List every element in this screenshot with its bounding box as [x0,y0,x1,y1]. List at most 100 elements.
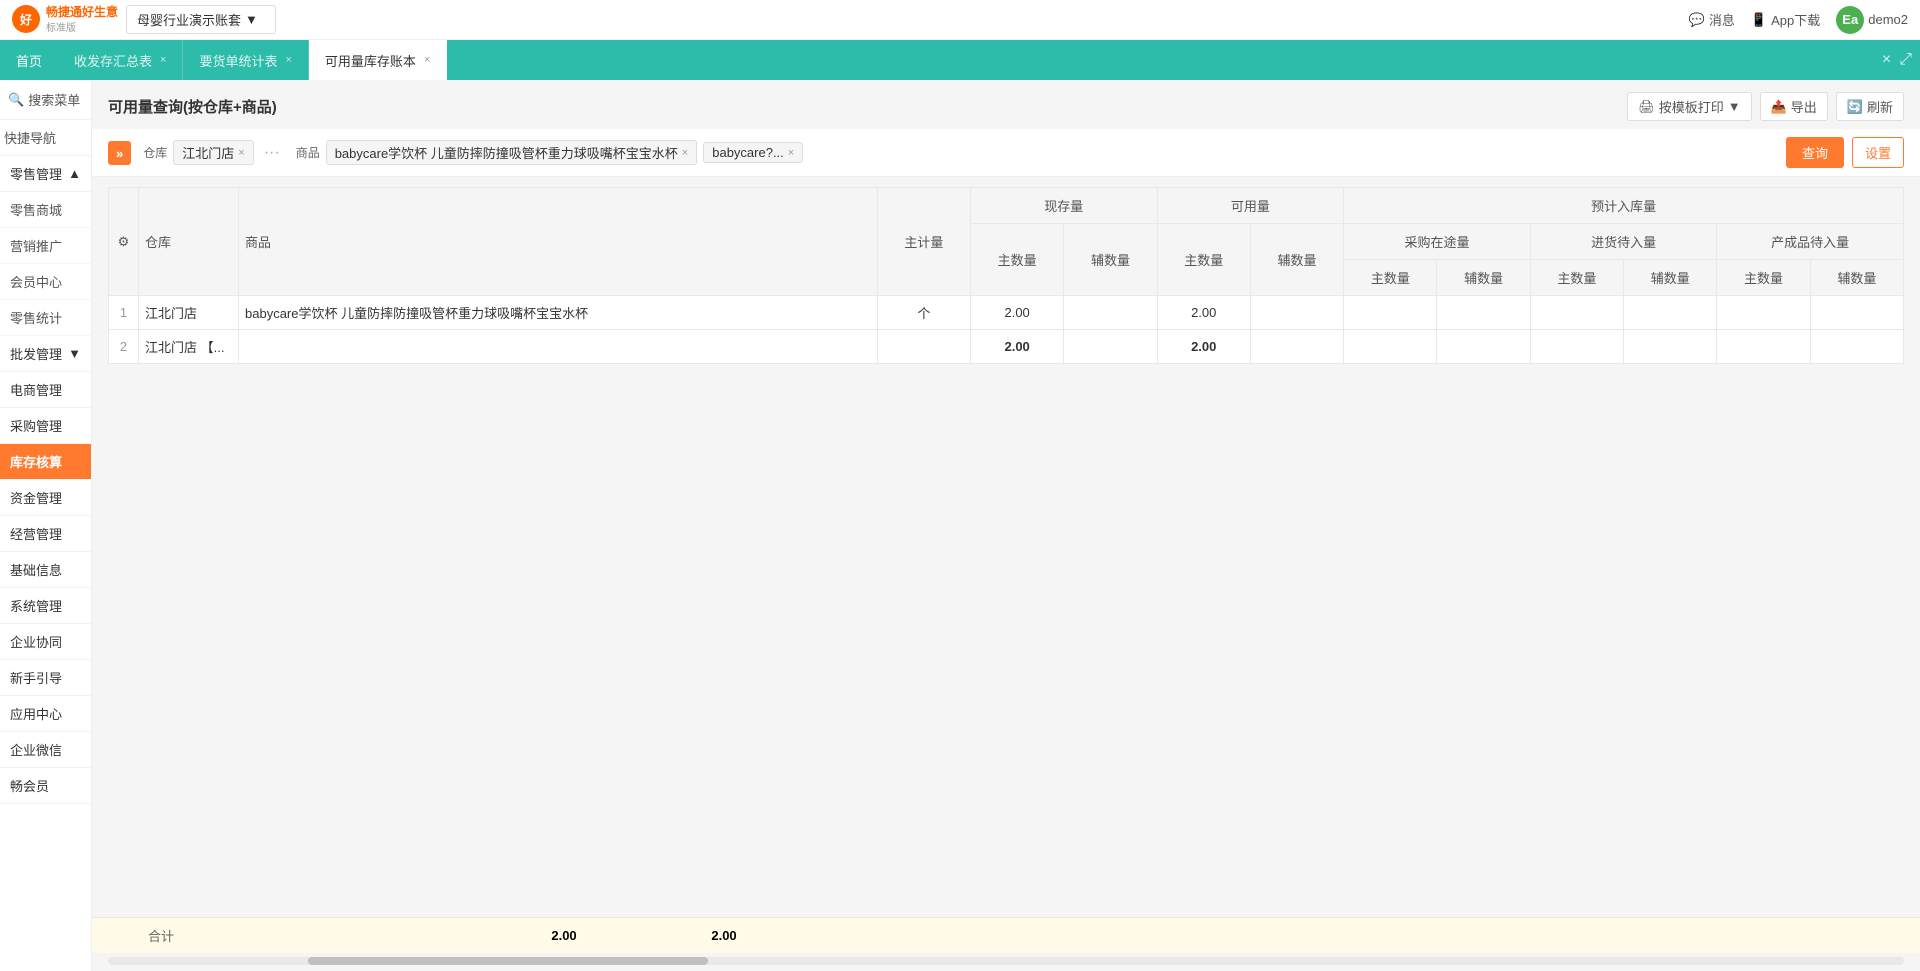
product-filter-tag-2[interactable]: babycare?... × [703,142,803,163]
chevron-up-icon: ▲ [68,166,81,181]
th-product: 商品 [239,188,878,296]
export-btn[interactable]: 📤 导出 [1760,92,1828,121]
sidebar-group-wholesale[interactable]: 批发管理 ▼ [0,336,91,372]
top-bar-right: 💬 消息 📱 App下载 Ea demo2 [1689,6,1908,34]
sidebar-group-purchase[interactable]: 采购管理 [0,408,91,444]
top-bar: 好 畅捷通好生意 标准版 母婴行业演示账套 ▼ 💬 消息 📱 App下载 Ea … [0,0,1920,40]
sidebar-search[interactable]: 🔍 搜索菜单 [0,80,91,120]
row-1-stock-main: 2.00 [971,296,1064,330]
sidebar-item-retail-stats[interactable]: 零售统计 [0,300,91,336]
filter-toggle-icon: » [116,146,123,161]
row-2-unit [877,330,970,364]
tab-available-stock-close[interactable]: × [424,54,430,66]
sidebar-group-wholesale-label: 批发管理 [10,344,62,363]
tab-order-stats-close[interactable]: × [285,54,291,66]
tab-available-stock-label: 可用量库存账本 [325,51,416,70]
sidebar-group-retail[interactable]: 零售管理 ▲ [0,156,91,192]
row-2-num: 2 [109,330,139,364]
summary-row: 合计 2.00 2.00 [92,917,1920,953]
scroll-thumb[interactable] [308,957,708,965]
page-title: 可用量查询(按仓库+商品) [108,96,277,117]
tab-receive-summary-label: 收发存汇总表 [74,51,152,70]
sidebar-item-member-center[interactable]: 会员中心 [0,264,91,300]
sidebar-group-wechat[interactable]: 企业微信 [0,732,91,768]
row-1-prod-sub [1810,296,1903,330]
setting-btn[interactable]: 设置 [1852,137,1904,168]
user-profile[interactable]: Ea demo2 [1836,6,1908,34]
sidebar-group-vip-label: 畅会员 [10,776,49,795]
export-label: 导出 [1791,97,1817,116]
gear-icon[interactable]: ⚙ [118,234,130,249]
sidebar-item-retail-mall[interactable]: 零售商城 [0,192,91,228]
summary-stock-main: 2.00 [524,928,604,943]
row-1-unit: 个 [877,296,970,330]
message-label: 消息 [1709,10,1735,29]
close-window-icon[interactable]: × [1882,51,1891,69]
sidebar-quick-nav[interactable]: 快捷导航 [0,120,91,156]
nav-spacer [447,40,1873,80]
summary-label: 合计 [108,926,174,945]
search-icon: 🔍 [8,92,24,108]
refresh-btn[interactable]: 🔄 刷新 [1836,92,1904,121]
sidebar-group-new-guide[interactable]: 新手引导 [0,660,91,696]
th-current-stock: 现存量 [971,188,1158,224]
app-download-btn[interactable]: 📱 App下载 [1751,10,1820,29]
data-table: ⚙ 仓库 商品 主计量 现存量 [108,187,1904,364]
sidebar-group-vip[interactable]: 畅会员 [0,768,91,804]
th-production-incoming: 产成品待入量 [1717,224,1904,260]
tab-order-stats[interactable]: 要货单统计表 × [183,40,308,80]
sidebar-group-system[interactable]: 系统管理 [0,588,91,624]
tab-available-stock[interactable]: 可用量库存账本 × [309,40,447,80]
th-settings: ⚙ [109,188,139,296]
product-filter-remove-1[interactable]: × [682,147,688,159]
row-2-incoming-main [1530,330,1623,364]
message-btn[interactable]: 💬 消息 [1689,10,1735,29]
main-layout: 🔍 搜索菜单 快捷导航 零售管理 ▲ 零售商城 营销推广 会员中心 零售统计 批… [0,80,1920,971]
sidebar-item-marketing[interactable]: 营销推广 [0,228,91,264]
filter-toggle-btn[interactable]: » [108,141,131,165]
sidebar-group-purchase-label: 采购管理 [10,416,62,435]
sidebar-group-finance[interactable]: 资金管理 [0,480,91,516]
product-filter-tag-1[interactable]: babycare学饮杯 儿童防摔防撞吸管杯重力球吸嘴杯宝宝水杯 × [326,140,698,165]
sidebar-group-operations-label: 经营管理 [10,524,62,543]
product-filter-value-2: babycare?... [712,145,784,160]
warehouse-filter-value: 江北门店 [182,143,234,162]
tab-receive-summary[interactable]: 收发存汇总表 × [58,40,183,80]
sidebar-item-retail-mall-label: 零售商城 [10,203,62,218]
warehouse-filter-dots[interactable]: ··· [260,144,284,162]
query-btn[interactable]: 查询 [1786,137,1844,168]
sidebar-item-marketing-label: 营销推广 [10,239,62,254]
print-btn[interactable]: 🖨 按模板打印 ▼ [1627,92,1751,121]
industry-selector[interactable]: 母婴行业演示账套 ▼ [126,5,276,34]
chevron-down-icon: ▼ [68,346,81,361]
expand-window-icon[interactable]: ⤢ [1899,51,1912,69]
tab-home[interactable]: 首页 [0,40,58,80]
window-controls: × ⤢ [1874,40,1920,80]
warehouse-filter-remove[interactable]: × [238,147,244,159]
row-2-prod-main [1717,330,1810,364]
warehouse-filter-tag[interactable]: 江北门店 × [173,140,253,165]
th-prod-sub: 辅数量 [1810,260,1903,296]
row-2-stock-sub [1064,330,1157,364]
sidebar-group-app-center[interactable]: 应用中心 [0,696,91,732]
app-download-label: App下载 [1771,10,1820,29]
tab-receive-summary-close[interactable]: × [160,54,166,66]
home-label: 首页 [16,51,42,70]
sidebar-group-ecommerce[interactable]: 电商管理 [0,372,91,408]
sidebar-group-basic-info[interactable]: 基础信息 [0,552,91,588]
avatar: Ea [1836,6,1864,34]
sidebar-group-enterprise-label: 企业协同 [10,632,62,651]
summary-avail-main: 2.00 [684,928,764,943]
sidebar-group-operations[interactable]: 经营管理 [0,516,91,552]
export-icon: 📤 [1771,99,1787,115]
refresh-icon: 🔄 [1847,99,1863,115]
table-row: 2 江北门店 【... 2.00 2.00 [109,330,1904,364]
row-2-product [239,330,878,364]
row-1-prod-main [1717,296,1810,330]
sidebar-group-basic-info-label: 基础信息 [10,560,62,579]
logo-title: 畅捷通好生意 [46,5,118,19]
product-filter-remove-2[interactable]: × [788,147,794,159]
sidebar-item-inventory[interactable]: 库存核算 [0,444,91,480]
sidebar-group-enterprise[interactable]: 企业协同 [0,624,91,660]
th-purchase-sub: 辅数量 [1437,260,1530,296]
